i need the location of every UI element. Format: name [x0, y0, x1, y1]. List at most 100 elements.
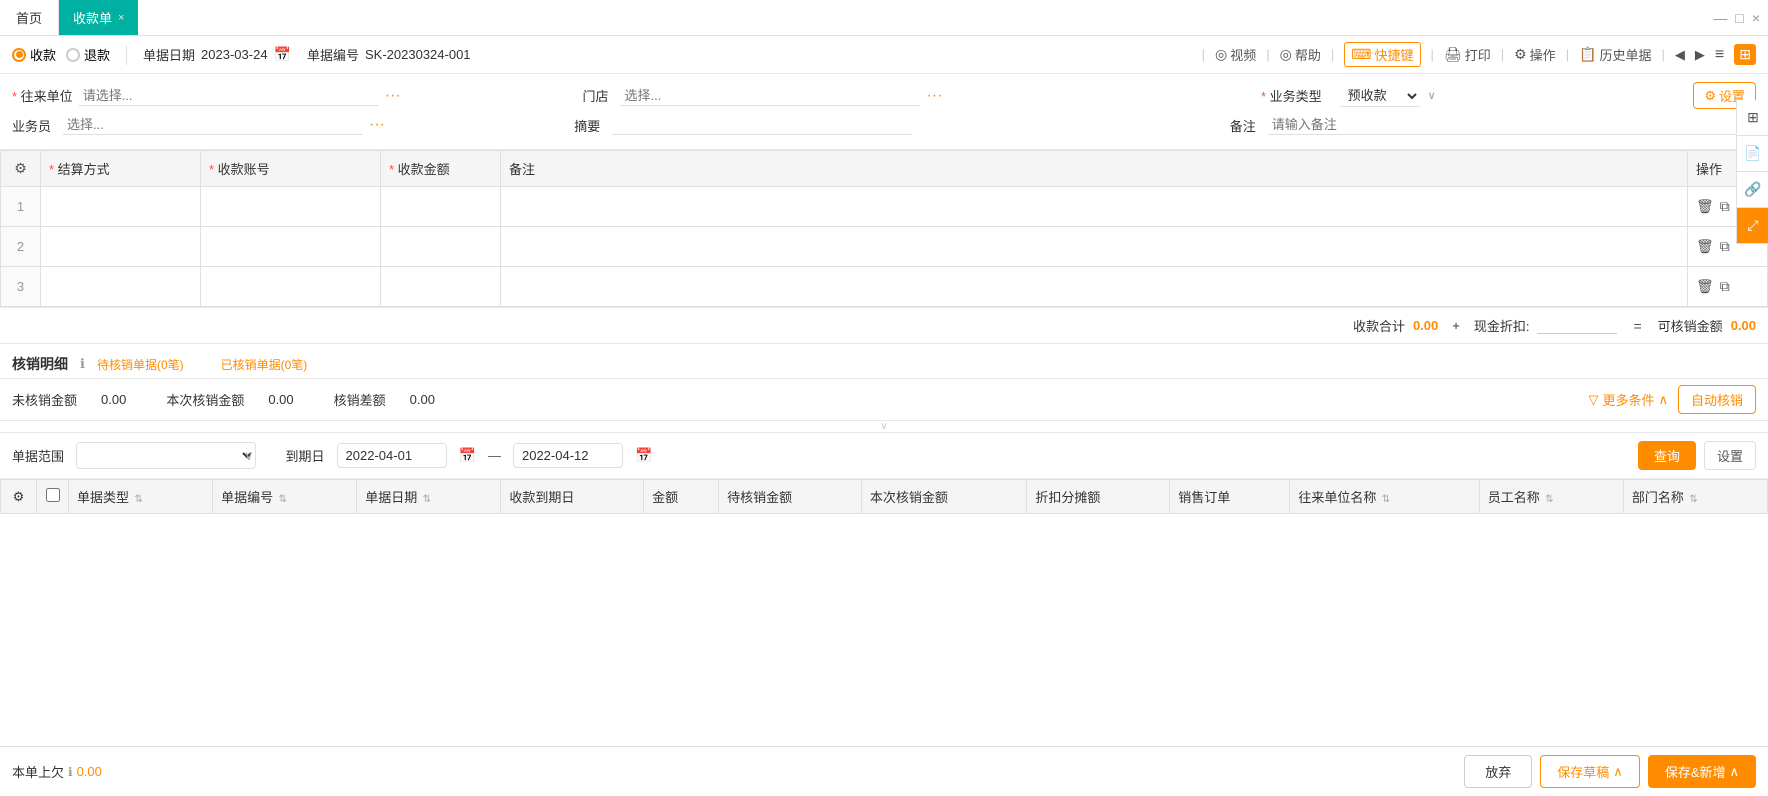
row-2-amount[interactable]	[381, 227, 501, 267]
bt-settings-icon[interactable]: ⚙	[13, 489, 25, 504]
date-from-label: 到期日	[286, 446, 325, 465]
remark-input[interactable]	[1268, 115, 1756, 135]
radio-shoukuan[interactable]: 收款	[12, 45, 56, 64]
bt-col-dept-sort[interactable]: ⇅	[1689, 494, 1697, 505]
row-3-delete-icon[interactable]: 🗑	[1696, 278, 1714, 295]
row-1-delete-icon[interactable]: 🗑	[1696, 198, 1714, 215]
action-history[interactable]: 📋 历史单据	[1579, 45, 1651, 64]
row-3-copy-icon[interactable]: ⧉	[1720, 278, 1730, 295]
right-panel-doc-icon[interactable]: 📄	[1737, 136, 1768, 172]
hexiao-info-icon[interactable]: ℹ	[80, 356, 85, 372]
radio-tuikuan[interactable]: 退款	[66, 45, 110, 64]
close-tab-icon[interactable]: ×	[118, 12, 124, 24]
layout-icon[interactable]: ≡	[1715, 46, 1724, 64]
more-filter-button[interactable]: ▽ 更多条件 ∧	[1588, 390, 1668, 409]
bt-col-settings[interactable]: ⚙	[1, 480, 37, 514]
bt-col-date-sort[interactable]: ⇅	[423, 494, 431, 505]
main-table-container: ⚙ * 结算方式 * 收款账号 * 收款金额 备注	[0, 150, 1768, 308]
date-icon[interactable]: 📅	[274, 46, 291, 63]
close-window-icon[interactable]: ×	[1752, 10, 1760, 26]
query-button[interactable]: 查询	[1638, 441, 1696, 470]
date-to-calendar-icon[interactable]: 📅	[635, 447, 652, 464]
row-2-copy-icon[interactable]: ⧉	[1720, 238, 1730, 255]
date-from-input[interactable]	[337, 443, 447, 468]
action-video[interactable]: ◎ 视频	[1215, 45, 1256, 64]
summary-input[interactable]	[612, 115, 912, 135]
right-panel-table-icon[interactable]: ⊞	[1737, 100, 1768, 136]
partner-input[interactable]	[79, 86, 379, 106]
bottom-info-icon[interactable]: ℹ	[68, 765, 73, 779]
col-actions-label: 操作	[1696, 162, 1722, 177]
tab-pending[interactable]: 待核销单据(0笔)	[97, 356, 184, 373]
filter-settings-button[interactable]: 设置	[1704, 441, 1756, 470]
bottom-table: ⚙ 单据类型 ⇅ 单据编号 ⇅	[0, 479, 1768, 514]
minimize-icon[interactable]: —	[1713, 10, 1727, 26]
date-value: 2023-03-24	[201, 47, 268, 62]
active-tab[interactable]: 收款单 ×	[59, 0, 138, 35]
action-ops[interactable]: ⚙ 操作	[1514, 45, 1556, 64]
row-2-delete-icon[interactable]: 🗑	[1696, 238, 1714, 255]
right-panel-link-icon[interactable]: 🔗	[1737, 172, 1768, 208]
table-settings-header[interactable]: ⚙	[1, 151, 41, 187]
action-shortcut[interactable]: ⌨ 快捷键	[1344, 42, 1420, 67]
table-settings-icon[interactable]: ⚙	[14, 160, 27, 176]
row-1-copy-icon[interactable]: ⧉	[1720, 198, 1730, 215]
this-check-value: 0.00	[268, 392, 293, 407]
plus-label: +	[1452, 318, 1460, 333]
bt-col-discount-label: 折扣分摊额	[1035, 490, 1100, 505]
top-navigation: 首页 收款单 × — □ ×	[0, 0, 1768, 36]
business-type-select[interactable]: 预收款	[1340, 85, 1420, 107]
row-3-amount[interactable]	[381, 267, 501, 307]
bt-col-staff-sort[interactable]: ⇅	[1545, 494, 1553, 505]
save-new-button[interactable]: 保存&新增 ∧	[1648, 755, 1756, 788]
home-tab[interactable]: 首页	[0, 0, 59, 35]
auto-hexiao-button[interactable]: 自动核销	[1678, 385, 1756, 414]
row-2-remark[interactable]	[501, 227, 1688, 267]
row-2-account[interactable]	[201, 227, 381, 267]
row-3-account[interactable]	[201, 267, 381, 307]
bt-col-type-sort[interactable]: ⇅	[134, 494, 142, 505]
row-1-account[interactable]	[201, 187, 381, 227]
abandon-button[interactable]: 放弃	[1464, 755, 1532, 788]
staff-input[interactable]	[63, 115, 363, 135]
tab-done[interactable]: 已核销单据(0笔)	[221, 356, 308, 373]
row-3-remark[interactable]	[501, 267, 1688, 307]
nav-next-icon[interactable]: ▶	[1695, 47, 1705, 63]
date-to-input[interactable]	[513, 443, 623, 468]
nav-prev-icon[interactable]: ◀	[1675, 47, 1685, 63]
subtotal-value: 0.00	[1413, 318, 1438, 333]
row-2-settlement[interactable]	[41, 227, 201, 267]
discount-input[interactable]	[1537, 318, 1617, 334]
bt-col-partner-sort[interactable]: ⇅	[1382, 494, 1390, 505]
staff-dots[interactable]: ···	[363, 116, 391, 134]
right-panel-expand-icon[interactable]: ⤢	[1737, 208, 1768, 244]
maximize-icon[interactable]: □	[1735, 10, 1743, 26]
table-row: 2 🗑 ⧉	[1, 227, 1768, 267]
more-filter-label: 更多条件	[1602, 390, 1654, 409]
partner-dots[interactable]: ···	[379, 87, 407, 105]
hexiao-title: 核销明细	[12, 354, 68, 374]
action-print[interactable]: 🖨 打印	[1444, 45, 1491, 64]
range-select[interactable]	[76, 442, 256, 469]
row-1-remark[interactable]	[501, 187, 1688, 227]
col-amount-header: * 收款金额	[381, 151, 501, 187]
bottom-info-label: 本单上欠	[12, 762, 64, 781]
bt-select-all-checkbox[interactable]	[46, 488, 60, 502]
row-1-amount[interactable]	[381, 187, 501, 227]
save-draft-button[interactable]: 保存草稿 ∧	[1540, 755, 1640, 788]
bt-col-dept-label: 部门名称	[1632, 490, 1684, 505]
row-num-3: 3	[1, 267, 41, 307]
store-input[interactable]	[620, 86, 920, 106]
bottom-bar: 本单上欠 ℹ 0.00 放弃 保存草稿 ∧ 保存&新增 ∧	[0, 746, 1768, 796]
row-3-settlement[interactable]	[41, 267, 201, 307]
filter-collapse-icon[interactable]: ∨	[880, 421, 887, 432]
date-from-calendar-icon[interactable]: 📅	[459, 447, 476, 464]
bt-col-date: 单据日期 ⇅	[357, 480, 501, 514]
grid-icon[interactable]: ⊞	[1734, 44, 1756, 65]
bt-col-amount: 金额	[644, 480, 719, 514]
store-dots[interactable]: ···	[920, 87, 948, 105]
bt-col-number-sort[interactable]: ⇅	[278, 494, 286, 505]
form-area: 往来单位 ··· 门店 ··· 业务类型 预收款 ∨	[0, 74, 1768, 150]
action-help[interactable]: ◎ 帮助	[1280, 45, 1321, 64]
row-1-settlement[interactable]	[41, 187, 201, 227]
